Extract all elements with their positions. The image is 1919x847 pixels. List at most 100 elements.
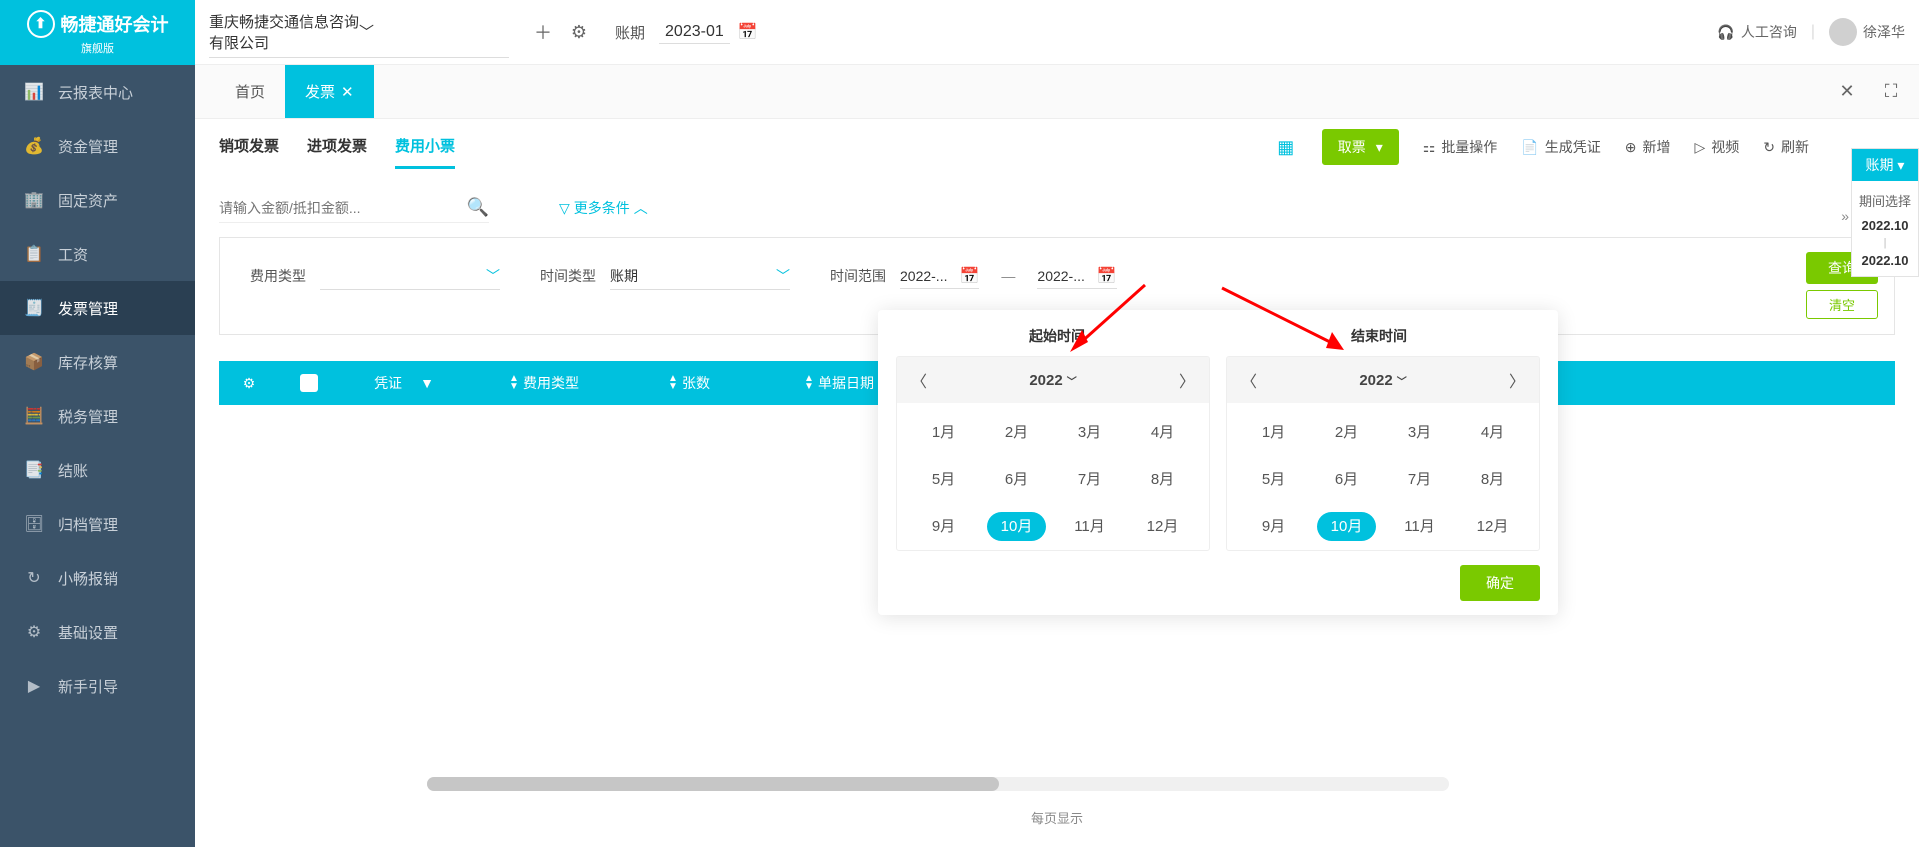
filter-icon[interactable]: ▼ <box>420 375 434 391</box>
month-cell[interactable]: 4月 <box>1126 421 1199 442</box>
sidebar: ⬆ 畅捷通好会计 旗舰版 📊云报表中心💰资金管理🏢固定资产📋工资🧾发票管理📦库存… <box>0 0 195 847</box>
sidebar-item[interactable]: 📦库存核算 <box>0 335 195 389</box>
settings-column[interactable]: ⚙ <box>219 375 279 392</box>
nav-label: 结账 <box>58 460 88 481</box>
time-type-label: 时间类型 <box>540 266 596 286</box>
col-type[interactable]: ▲▼费用类型 <box>469 373 619 393</box>
month-cell[interactable]: 8月 <box>1126 468 1199 489</box>
search-input[interactable] <box>219 200 467 216</box>
end-date-field[interactable]: 2022-...📅 <box>1037 264 1116 289</box>
tab-invoice[interactable]: 发票✕ <box>285 65 374 118</box>
company-selector[interactable]: 重庆畅捷交通信息咨询有限公司 ﹀ <box>209 7 509 58</box>
support-link[interactable]: 🎧 人工咨询 <box>1717 22 1796 42</box>
next-year-button[interactable]: 〉 <box>1179 368 1195 392</box>
qr-icon[interactable]: ▦ <box>1274 135 1298 159</box>
month-cell[interactable]: 1月 <box>907 421 980 442</box>
video-button[interactable]: ▷视频 <box>1694 137 1739 157</box>
period-end[interactable]: 2022.10 <box>1852 249 1918 272</box>
nav-label: 资金管理 <box>58 136 118 157</box>
sidebar-item[interactable]: 📊云报表中心 <box>0 65 195 119</box>
month-cell[interactable]: 3月 <box>1053 421 1126 442</box>
user-menu[interactable]: 徐泽华 <box>1829 18 1905 46</box>
month-cell[interactable]: 8月 <box>1456 468 1529 489</box>
sidebar-item[interactable]: ↻小畅报销 <box>0 551 195 605</box>
nav-icon: ↻ <box>24 568 44 588</box>
period-value[interactable]: 2023-01 <box>659 21 730 44</box>
close-all-button[interactable]: ✕ <box>1829 74 1865 110</box>
collapse-arrow-icon[interactable]: » <box>1841 208 1849 224</box>
month-cell[interactable]: 2月 <box>980 421 1053 442</box>
calendar-icon[interactable]: 📅 <box>738 22 758 42</box>
add-new-button[interactable]: ⊕新增 <box>1625 137 1671 157</box>
sidebar-item[interactable]: 🗄归档管理 <box>0 497 195 551</box>
horizontal-scrollbar[interactable] <box>427 777 1449 791</box>
batch-button[interactable]: ⚏批量操作 <box>1423 137 1498 157</box>
month-cell[interactable]: 6月 <box>980 468 1053 489</box>
month-cell[interactable]: 10月 <box>980 515 1053 536</box>
add-button[interactable]: ＋ <box>525 14 561 50</box>
month-cell[interactable]: 2月 <box>1310 421 1383 442</box>
period-panel-head[interactable]: 账期 ▾ <box>1852 149 1918 181</box>
tab-home[interactable]: 首页 <box>215 65 285 118</box>
year-selector[interactable]: 2022﹀ <box>1029 372 1076 389</box>
month-cell[interactable]: 12月 <box>1456 515 1529 536</box>
prev-year-button[interactable]: 〈 <box>911 368 927 392</box>
sidebar-item[interactable]: ⚙基础设置 <box>0 605 195 659</box>
month-cell[interactable]: 10月 <box>1310 515 1383 536</box>
month-cell[interactable]: 6月 <box>1310 468 1383 489</box>
month-cell[interactable]: 9月 <box>907 515 980 536</box>
month-cell[interactable]: 5月 <box>1237 468 1310 489</box>
fullscreen-button[interactable]: ⛶ <box>1873 74 1909 110</box>
nav-icon: ▶ <box>24 676 44 696</box>
subtab-expense[interactable]: 费用小票 <box>395 135 455 169</box>
clear-button[interactable]: 清空 <box>1806 290 1878 319</box>
date-range-popover: 起始时间 结束时间 〈 2022﹀ 〉 1月2月3月4月5月6月7月8月9月10… <box>878 310 1558 615</box>
user-name: 徐泽华 <box>1863 22 1905 42</box>
month-cell[interactable]: 1月 <box>1237 421 1310 442</box>
start-date-field[interactable]: 2022-...📅 <box>900 264 979 289</box>
period-start[interactable]: 2022.10 <box>1852 214 1918 237</box>
month-cell[interactable]: 3月 <box>1383 421 1456 442</box>
page-tabs: 首页 发票✕ ✕ ⛶ <box>195 65 1919 119</box>
search-icon[interactable]: 🔍 <box>467 197 489 218</box>
nav-label: 发票管理 <box>58 298 118 319</box>
headset-icon: 🎧 <box>1717 24 1734 41</box>
month-cell[interactable]: 7月 <box>1383 468 1456 489</box>
sidebar-item[interactable]: 🧾发票管理 <box>0 281 195 335</box>
scrollbar-thumb[interactable] <box>427 777 999 791</box>
nav-icon: 📦 <box>24 352 44 372</box>
subtab-purchase[interactable]: 进项发票 <box>307 135 367 169</box>
year-selector[interactable]: 2022﹀ <box>1359 372 1406 389</box>
col-count[interactable]: ▲▼张数 <box>619 373 759 393</box>
confirm-button[interactable]: 确定 <box>1460 565 1540 601</box>
prev-year-button[interactable]: 〈 <box>1241 368 1257 392</box>
chevron-down-icon: ﹀ <box>359 21 509 42</box>
sidebar-item[interactable]: 💰资金管理 <box>0 119 195 173</box>
fetch-button[interactable]: 取票▾ <box>1322 129 1399 165</box>
sidebar-item[interactable]: 📑结账 <box>0 443 195 497</box>
close-icon[interactable]: ✕ <box>341 83 354 101</box>
month-cell[interactable]: 11月 <box>1053 515 1126 536</box>
select-all-checkbox[interactable] <box>300 374 318 392</box>
subtab-sales[interactable]: 销项发票 <box>219 135 279 169</box>
expense-type-select[interactable]: ﹀ <box>320 262 500 290</box>
sidebar-item[interactable]: ▶ 新手引导 <box>0 659 195 713</box>
voucher-button[interactable]: 📄生成凭证 <box>1521 137 1600 157</box>
calendar-icon: 📅 <box>1097 266 1117 286</box>
sidebar-item[interactable]: 📋工资 <box>0 227 195 281</box>
sidebar-item[interactable]: 🏢固定资产 <box>0 173 195 227</box>
sidebar-item[interactable]: 🧮税务管理 <box>0 389 195 443</box>
month-cell[interactable]: 7月 <box>1053 468 1126 489</box>
month-cell[interactable]: 5月 <box>907 468 980 489</box>
amount-search[interactable]: 🔍 <box>219 193 489 223</box>
month-cell[interactable]: 9月 <box>1237 515 1310 536</box>
time-type-select[interactable]: 账期﹀ <box>610 262 790 290</box>
next-year-button[interactable]: 〉 <box>1509 368 1525 392</box>
month-cell[interactable]: 11月 <box>1383 515 1456 536</box>
nav-label: 新手引导 <box>58 676 118 697</box>
settings-button[interactable]: ⚙ <box>561 14 597 50</box>
refresh-button[interactable]: ↻刷新 <box>1763 137 1809 157</box>
month-cell[interactable]: 4月 <box>1456 421 1529 442</box>
month-cell[interactable]: 12月 <box>1126 515 1199 536</box>
more-conditions[interactable]: ▽更多条件︿ <box>559 198 648 218</box>
